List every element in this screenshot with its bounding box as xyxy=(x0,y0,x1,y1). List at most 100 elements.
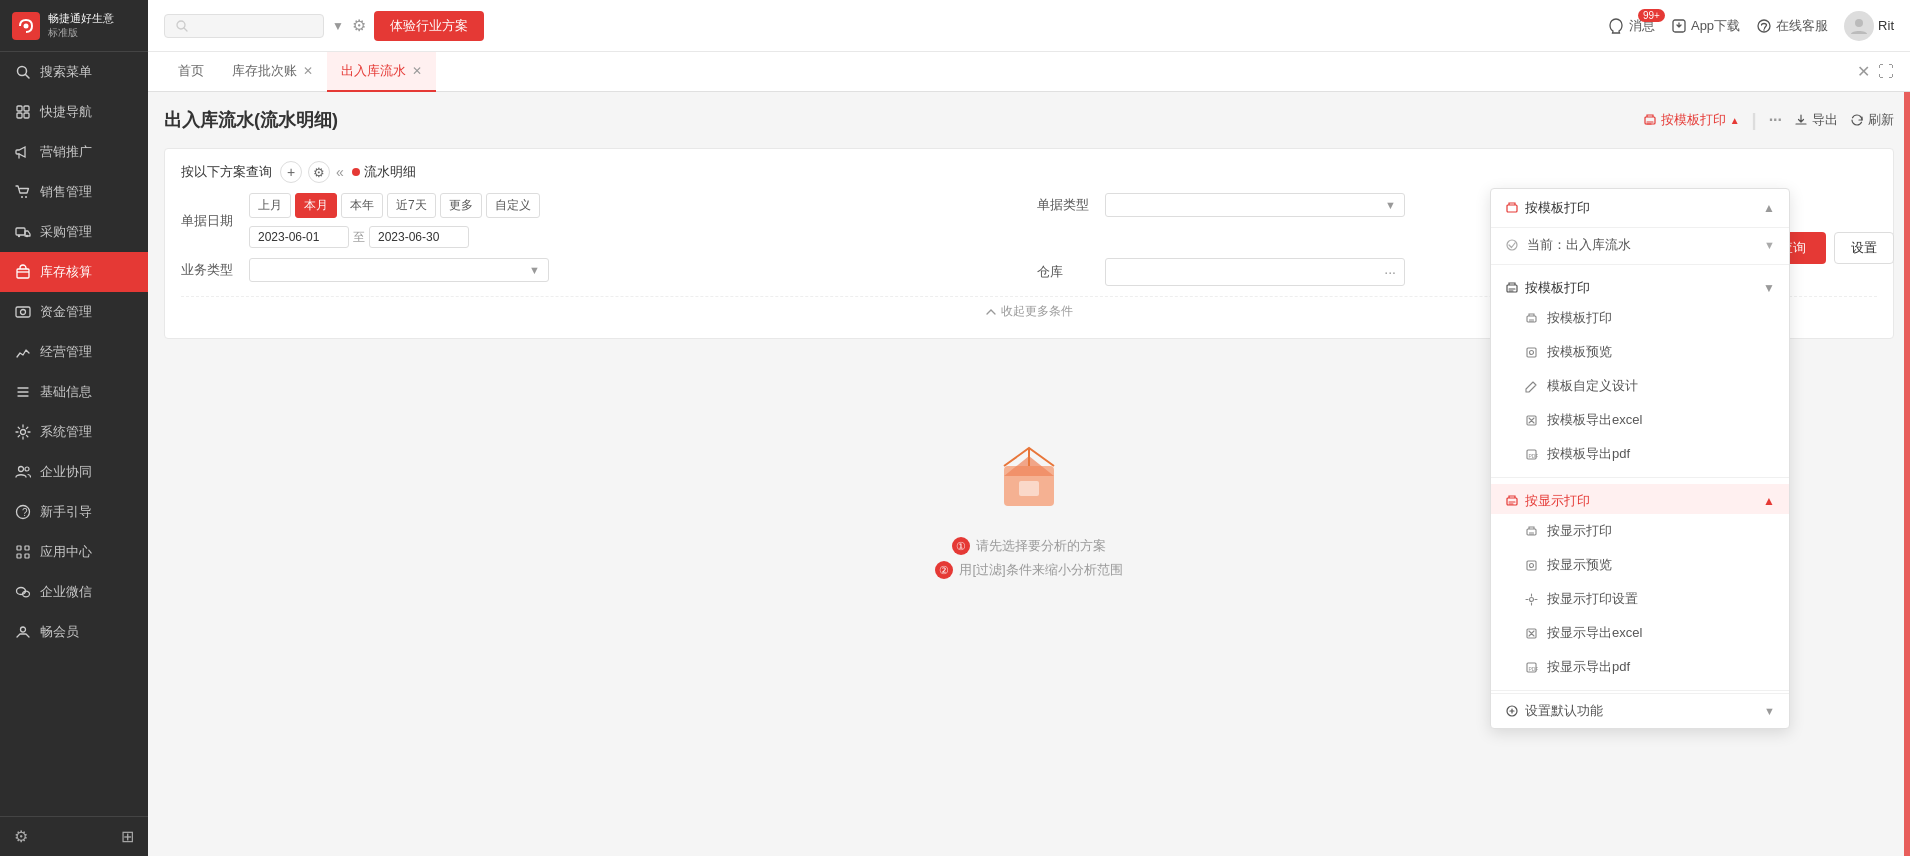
svg-rect-53 xyxy=(1527,561,1536,570)
sidebar-item-member[interactable]: 畅会员 xyxy=(0,612,148,652)
quick-filter-item[interactable]: 流水明细 xyxy=(352,163,416,181)
sidebar-collapse-icon[interactable]: ⊞ xyxy=(121,827,134,846)
date-from-input[interactable] xyxy=(249,226,349,248)
refresh-btn[interactable]: 刷新 xyxy=(1850,111,1894,129)
svg-rect-5 xyxy=(17,113,22,118)
dropdown-item-template-print[interactable]: 按模板打印 xyxy=(1491,301,1789,335)
user-name: Rit xyxy=(1878,18,1894,33)
filter-add-btn[interactable]: + xyxy=(280,161,302,183)
svg-rect-52 xyxy=(1529,532,1534,535)
svg-point-14 xyxy=(21,310,26,315)
user-avatar[interactable]: Rit xyxy=(1844,11,1894,41)
date-range: 至 xyxy=(249,226,540,248)
dropdown-item-display-excel[interactable]: 按显示导出excel xyxy=(1491,616,1789,650)
tab-home[interactable]: 首页 xyxy=(164,52,218,92)
sidebar-item-guide[interactable]: ? 新手引导 xyxy=(0,492,148,532)
date-btn-this-year[interactable]: 本年 xyxy=(341,193,383,218)
topbar-settings-icon[interactable]: ⚙ xyxy=(352,16,366,35)
online-service-btn[interactable]: 在线客服 xyxy=(1756,17,1828,35)
filter-setting-btn[interactable]: ⚙ xyxy=(308,161,330,183)
separator1: | xyxy=(1752,110,1757,131)
dropdown-item-template-pdf[interactable]: PDF 按模板导出pdf xyxy=(1491,437,1789,471)
tab-batch-close[interactable]: ✕ xyxy=(303,64,313,78)
hint-num-2: ② xyxy=(935,561,953,579)
sidebar-item-label: 应用中心 xyxy=(40,543,92,561)
sidebar-item-label: 经营管理 xyxy=(40,343,92,361)
date-field: 单据日期 上月 本月 本年 近7天 更多 自定义 xyxy=(181,193,1021,248)
more-actions-icon[interactable]: ··· xyxy=(1769,111,1782,129)
wechat-icon xyxy=(14,583,32,601)
sidebar-item-system[interactable]: 系统管理 xyxy=(0,412,148,452)
industry-btn[interactable]: 体验行业方案 xyxy=(374,11,484,41)
top-bar: ▼ ⚙ 体验行业方案 消息 99+ App下载 在线客服 xyxy=(148,0,1910,52)
sidebar-item-search[interactable]: 搜索菜单 xyxy=(0,52,148,92)
date-btn-this-month[interactable]: 本月 xyxy=(295,193,337,218)
dropdown-item-display-preview[interactable]: 按显示预览 xyxy=(1491,548,1789,582)
set-btn[interactable]: 设置 xyxy=(1834,232,1894,264)
dropdown-up-arrow[interactable]: ▲ xyxy=(1763,201,1775,215)
date-options: 上月 本月 本年 近7天 更多 自定义 至 xyxy=(249,193,540,248)
resize-handle[interactable] xyxy=(1904,92,1910,856)
display-print-section-header[interactable]: 按显示打印 ▲ xyxy=(1491,484,1789,514)
tab-expand-btn[interactable]: ⛶ xyxy=(1878,63,1894,81)
quick-filter-dot xyxy=(352,168,360,176)
dropdown-item-template-preview[interactable]: 按模板预览 xyxy=(1491,335,1789,369)
app-download-btn[interactable]: App下载 xyxy=(1671,17,1740,35)
warehouse-select[interactable]: ··· xyxy=(1105,258,1405,286)
tab-close-btn[interactable]: ✕ xyxy=(1857,62,1870,81)
dropdown-item-display-pdf[interactable]: PDF 按显示导出pdf xyxy=(1491,650,1789,684)
message-badge: 99+ xyxy=(1638,9,1665,22)
sidebar-item-quick-nav[interactable]: 快捷导航 xyxy=(0,92,148,132)
filter-collapse-btn[interactable]: « xyxy=(336,164,344,180)
tab-flow-close[interactable]: ✕ xyxy=(412,64,422,78)
dropdown-current-item[interactable]: 当前：出入库流水 ▼ xyxy=(1491,228,1789,262)
search-input[interactable] xyxy=(195,19,305,33)
sidebar-item-sales[interactable]: 销售管理 xyxy=(0,172,148,212)
voucher-type-select[interactable]: ▼ xyxy=(1105,193,1405,217)
chevron-down-icon[interactable]: ▼ xyxy=(332,19,344,33)
date-to-input[interactable] xyxy=(369,226,469,248)
hint-2: ② 用[过滤]条件来缩小分析范围 xyxy=(935,561,1122,579)
logo-icon xyxy=(12,12,40,40)
top-bar-right: 消息 99+ App下载 在线客服 Rit xyxy=(1607,11,1894,41)
sidebar-item-finance[interactable]: 资金管理 xyxy=(0,292,148,332)
truck-icon xyxy=(14,223,32,241)
hint-1: ① 请先选择要分析的方案 xyxy=(952,537,1106,555)
sidebar-item-basic[interactable]: 基础信息 xyxy=(0,372,148,412)
chart-icon xyxy=(14,343,32,361)
template-print-btn[interactable]: 按模板打印 ▲ xyxy=(1643,111,1740,129)
sidebar-item-inventory[interactable]: 库存核算 xyxy=(0,252,148,292)
dropdown-item-display-print[interactable]: 按显示打印 xyxy=(1491,514,1789,548)
message-btn[interactable]: 消息 99+ xyxy=(1607,17,1655,35)
quick-filter-label: 流水明细 xyxy=(364,163,416,181)
sidebar-item-wechat[interactable]: 企业微信 xyxy=(0,572,148,612)
svg-rect-24 xyxy=(25,546,29,550)
tab-batch[interactable]: 库存批次账 ✕ xyxy=(218,52,327,92)
date-btn-last-7[interactable]: 近7天 xyxy=(387,193,436,218)
sidebar-item-enterprise[interactable]: 企业协同 xyxy=(0,452,148,492)
sidebar-item-purchase[interactable]: 采购管理 xyxy=(0,212,148,252)
template-print-section-header[interactable]: 按模板打印 ▼ xyxy=(1491,271,1789,301)
dropdown-item-template-design[interactable]: 模板自定义设计 xyxy=(1491,369,1789,403)
display-section-arrow: ▲ xyxy=(1763,494,1775,508)
date-btn-last-month[interactable]: 上月 xyxy=(249,193,291,218)
export-btn[interactable]: 导出 xyxy=(1794,111,1838,129)
date-btn-custom[interactable]: 自定义 xyxy=(486,193,540,218)
sidebar-item-operation[interactable]: 经营管理 xyxy=(0,332,148,372)
dropdown-footer[interactable]: 设置默认功能 ▼ xyxy=(1491,693,1789,728)
biz-type-select[interactable]: ▼ xyxy=(249,258,549,282)
export-label: 导出 xyxy=(1812,111,1838,129)
dropdown-item-template-excel[interactable]: 按模板导出excel xyxy=(1491,403,1789,437)
sidebar-item-app-center[interactable]: 应用中心 xyxy=(0,532,148,572)
ellipsis-icon: ··· xyxy=(1384,264,1396,280)
tab-flow[interactable]: 出入库流水 ✕ xyxy=(327,52,436,92)
display-print-section: 按显示打印 ▲ 按显示打印 按显示预览 xyxy=(1491,480,1789,688)
svg-rect-13 xyxy=(16,307,30,317)
search-box[interactable] xyxy=(164,14,324,38)
date-btn-more[interactable]: 更多 xyxy=(440,193,482,218)
svg-point-18 xyxy=(21,430,26,435)
tab-home-label: 首页 xyxy=(178,62,204,80)
dropdown-item-display-print-settings[interactable]: 按显示打印设置 xyxy=(1491,582,1789,616)
sidebar-item-marketing[interactable]: 营销推广 xyxy=(0,132,148,172)
sidebar-settings-icon[interactable]: ⚙ xyxy=(14,827,28,846)
